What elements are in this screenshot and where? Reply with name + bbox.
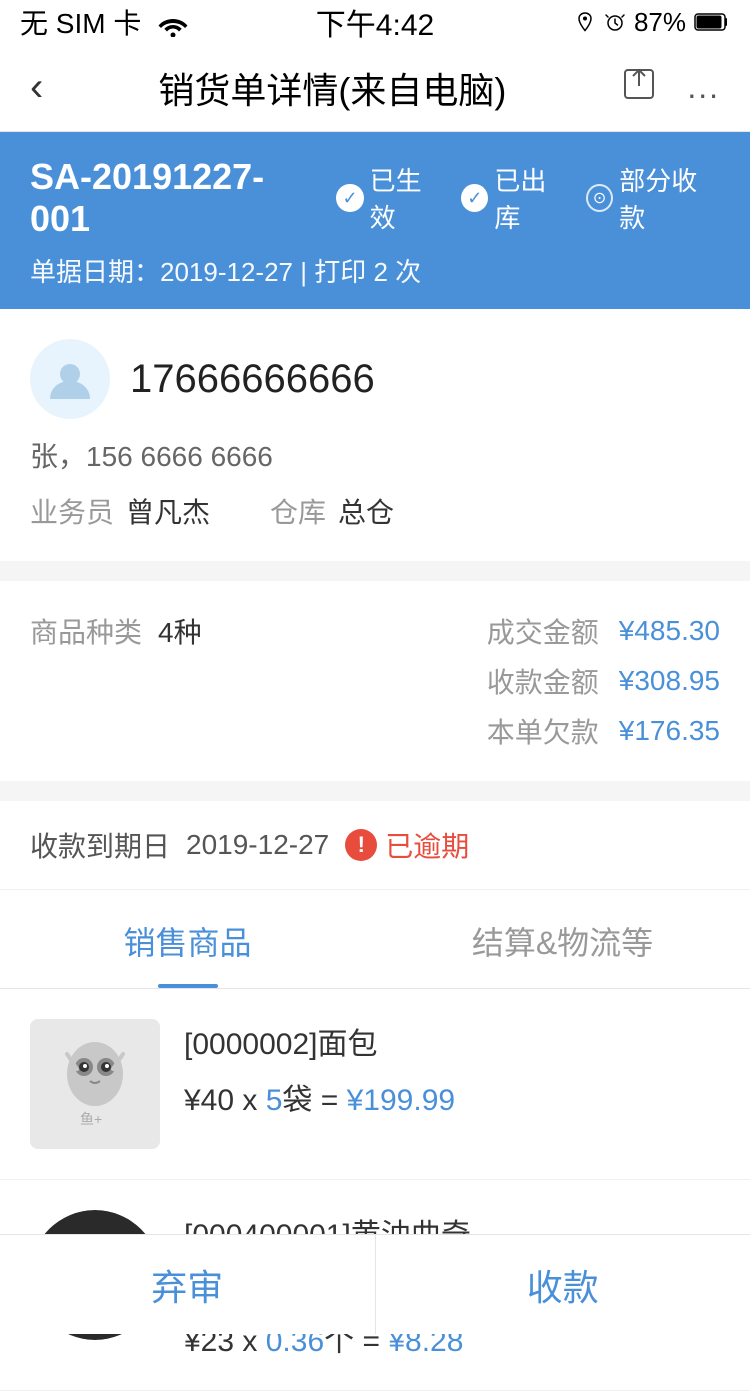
back-button[interactable]: ‹ [30,65,43,110]
customer-avatar [30,339,110,419]
deal-amount-row: 成交金额 ¥485.30 [487,611,720,651]
salesperson-value: 曾凡杰 [126,491,210,531]
status-time: 下午4:42 [316,0,434,44]
overdue-icon: ! [345,829,377,861]
customer-section: 17666666666 张，156 6666 6666 业务员 曾凡杰 仓库 总… [0,309,750,561]
more-icon[interactable]: ... [687,69,720,106]
location-icon [574,11,596,33]
overdue-label: 已逾期 [385,825,469,865]
battery-icon [694,12,730,32]
status-badges: ✓ 已生效 ✓ 已出库 ⊙ 部分收款 [336,161,720,235]
collect-payment-button[interactable]: 收款 [376,1235,750,1334]
salesperson-label: 业务员 [30,491,114,531]
warehouse-value: 总仓 [338,491,394,531]
nav-right: ... [621,66,720,110]
warehouse-item: 仓库 总仓 [270,491,394,531]
owe-amount-label: 本单欠款 [487,711,599,751]
status-partial-payment: ⊙ 部分收款 [586,161,720,235]
battery-text: 87% [634,7,686,38]
carrier-wifi: 无 SIM 卡 [20,2,189,42]
order-date-row: 单据日期：2019-12-27 | 打印 2 次 [30,252,720,289]
tab-sales-products[interactable]: 销售商品 [0,890,375,988]
category-summary: 商品种类 4种 [30,611,202,651]
category-label: 商品种类 [30,611,142,651]
customer-phone: 17666666666 [130,357,375,402]
page-title: 销货单详情(来自电脑) [158,62,506,114]
status-dispatched: ✓ 已出库 [461,161,570,235]
tab-settlement[interactable]: 结算&物流等 [375,890,750,988]
received-amount-row: 收款金额 ¥308.95 [487,661,720,701]
check-icon-1: ✓ [336,184,363,212]
order-header-banner: SA-20191227-001 ✓ 已生效 ✓ 已出库 ⊙ 部分收款 单据日期：… [0,132,750,309]
product-item-1: 鱼+ [0000002]面包 ¥40 x 5袋 = ¥199.99 [0,989,750,1180]
product-info-1: [0000002]面包 ¥40 x 5袋 = ¥199.99 [184,1019,720,1119]
product-thumb-1: 鱼+ [30,1019,160,1149]
due-date-value: 2019-12-27 [186,829,329,861]
share-icon[interactable] [621,66,657,110]
owe-amount-row: 本单欠款 ¥176.35 [487,711,720,751]
amount-summary: 成交金额 ¥485.30 收款金额 ¥308.95 本单欠款 ¥176.35 [487,611,720,751]
deal-amount-label: 成交金额 [487,611,599,651]
category-count: 4种 [158,611,202,651]
overdue-indicator: ! 已逾期 [345,825,469,865]
clock-icon: ⊙ [586,184,613,212]
reject-button[interactable]: 弃审 [0,1235,376,1334]
nav-bar: ‹ 销货单详情(来自电脑) ... [0,44,750,132]
status-bar: 无 SIM 卡 下午4:42 87% [0,0,750,44]
status-effective: ✓ 已生效 [336,161,445,235]
svg-text:鱼+: 鱼+ [80,1111,102,1127]
customer-name-phone: 张，156 6666 6666 [30,435,720,475]
check-icon-2: ✓ [461,184,488,212]
deal-amount-value: ¥485.30 [619,615,720,647]
order-id: SA-20191227-001 [30,156,316,240]
owe-amount-value: ¥176.35 [619,715,720,747]
alarm-icon [604,11,626,33]
product-name-1: [0000002]面包 [184,1019,720,1063]
summary-section: 商品种类 4种 成交金额 ¥485.30 收款金额 ¥308.95 本单欠款 ¥… [0,581,750,781]
customer-meta: 业务员 曾凡杰 仓库 总仓 [30,491,720,531]
due-date-label: 收款到期日 [30,825,170,865]
product-price-1: ¥40 x 5袋 = ¥199.99 [184,1075,720,1119]
salesperson-item: 业务员 曾凡杰 [30,491,210,531]
due-date-section: 收款到期日 2019-12-27 ! 已逾期 [0,801,750,890]
bottom-action-bar: 弃审 收款 [0,1234,750,1334]
warehouse-label: 仓库 [270,491,326,531]
received-amount-label: 收款金额 [487,661,599,701]
received-amount-value: ¥308.95 [619,665,720,697]
product-tabs: 销售商品 结算&物流等 [0,890,750,989]
status-right-icons: 87% [574,7,730,38]
